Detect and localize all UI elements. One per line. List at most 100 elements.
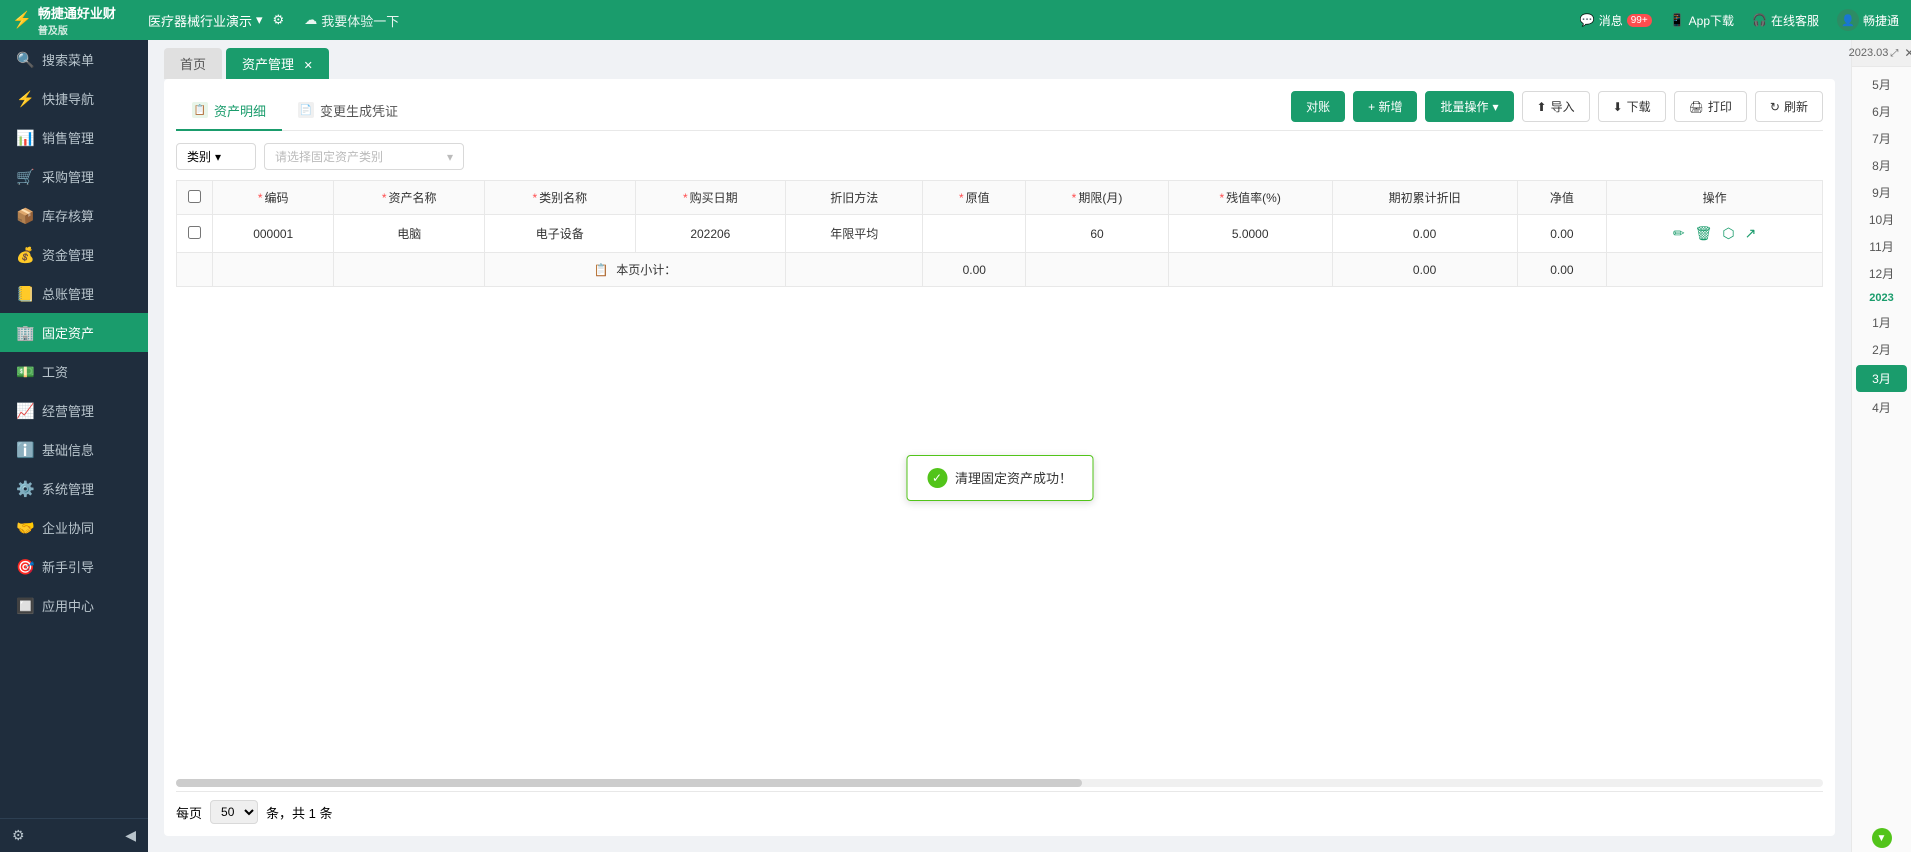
calendar-bottom: ▼ xyxy=(1852,824,1911,852)
col-name: *资产名称 xyxy=(334,181,485,215)
sidebar-item-search[interactable]: 🔍 搜索菜单 xyxy=(0,40,148,79)
calendar-month-2[interactable]: 2月 xyxy=(1852,336,1911,363)
app-subtitle: 普及版 xyxy=(38,22,116,37)
sales-icon: 📊 xyxy=(16,129,34,147)
sidebar-item-system[interactable]: ⚙️ 系统管理 xyxy=(0,469,148,508)
sidebar-item-label: 应用中心 xyxy=(42,596,94,615)
sidebar-scroll: 🔍 搜索菜单 ⚡ 快捷导航 📊 销售管理 🛒 采购管理 📦 库存核算 💰 xyxy=(0,40,148,818)
cell-init-depreciation: 0.00 xyxy=(1332,215,1517,253)
ledger-icon: 📒 xyxy=(16,285,34,303)
copy-icon[interactable]: ⬡ xyxy=(1720,223,1736,244)
calendar-month-6[interactable]: 6月 xyxy=(1852,98,1911,125)
sidebar-item-fixed-assets[interactable]: 🏢 固定资产 xyxy=(0,313,148,352)
calendar-panel: 2023.03 ⤢ ✕ 5月 6月 7月 8月 9月 10月 11月 12月 2… xyxy=(1851,40,1911,852)
apps-icon: 🔲 xyxy=(16,597,34,615)
collapse-sidebar-icon[interactable]: ◀ xyxy=(125,827,136,844)
col-code: *编码 xyxy=(213,181,334,215)
sidebar-item-label: 经营管理 xyxy=(42,401,94,420)
sidebar-bottom: ⚙ ◀ xyxy=(0,818,148,852)
col-buy-date: *购买日期 xyxy=(635,181,786,215)
calendar-months: 5月 6月 7月 8月 9月 10月 11月 12月 2023 1月 2月 3月… xyxy=(1852,67,1911,824)
calendar-month-10[interactable]: 10月 xyxy=(1852,206,1911,233)
sidebar-item-quick-nav[interactable]: ⚡ 快捷导航 xyxy=(0,79,148,118)
sidebar-item-inventory[interactable]: 📦 库存核算 xyxy=(0,196,148,235)
subtotal-label: 本页小计： xyxy=(616,263,676,277)
calendar-scroll-down-icon[interactable]: ▼ xyxy=(1872,828,1892,848)
calendar-month-3-current[interactable]: 3月 xyxy=(1856,365,1907,392)
more-icon[interactable]: ↗ xyxy=(1743,223,1759,244)
delete-icon[interactable]: 🗑 xyxy=(1693,223,1715,244)
reconcile-button[interactable]: 对账 xyxy=(1291,91,1345,122)
select-all-checkbox[interactable] xyxy=(188,190,201,203)
subtotal-original: 0.00 xyxy=(923,253,1026,287)
sidebar-item-management[interactable]: 📈 经营管理 xyxy=(0,391,148,430)
tab-home[interactable]: 首页 xyxy=(164,48,222,79)
calendar-month-4[interactable]: 4月 xyxy=(1852,394,1911,421)
download-button[interactable]: ⬇ 下载 xyxy=(1598,91,1666,122)
sidebar-item-ledger[interactable]: 📒 总账管理 xyxy=(0,274,148,313)
new-button[interactable]: + 新增 xyxy=(1353,91,1417,122)
sidebar-item-funds[interactable]: 💰 资金管理 xyxy=(0,235,148,274)
sidebar-item-basic-info[interactable]: ℹ️ 基础信息 xyxy=(0,430,148,469)
sidebar-item-label: 快捷导航 xyxy=(42,89,94,108)
filter-dropdown-icon: ▾ xyxy=(215,150,221,164)
salary-icon: 💵 xyxy=(16,363,34,381)
calendar-expand-icon[interactable]: ⤢ xyxy=(1890,48,1898,59)
sidebar-item-apps[interactable]: 🔲 应用中心 xyxy=(0,586,148,625)
calendar-month-5[interactable]: 5月 xyxy=(1852,71,1911,98)
purchase-icon: 🛒 xyxy=(16,168,34,186)
sub-tab-asset-detail[interactable]: 📋 资产明细 xyxy=(176,91,282,131)
edit-icon[interactable]: ✏ xyxy=(1671,223,1687,244)
calendar-month-9[interactable]: 9月 xyxy=(1852,179,1911,206)
print-button[interactable]: 🖨 打印 xyxy=(1674,91,1747,122)
company-selector[interactable]: 医疗器械行业演示 ▾ ⚙ xyxy=(148,11,284,30)
calendar-month-12[interactable]: 12月 xyxy=(1852,260,1911,287)
sidebar-item-guide[interactable]: 🎯 新手引导 xyxy=(0,547,148,586)
calendar-year-month: 2023.03 xyxy=(1849,47,1889,59)
sidebar-item-salary[interactable]: 💵 工资 xyxy=(0,352,148,391)
main-layout: 🔍 搜索菜单 ⚡ 快捷导航 📊 销售管理 🛒 采购管理 📦 库存核算 💰 xyxy=(0,40,1911,852)
cloud-icon: ☁ xyxy=(304,12,317,28)
category-filter[interactable]: 类别 ▾ xyxy=(176,143,256,170)
user-button[interactable]: 👤 畅捷通 xyxy=(1837,9,1899,31)
sidebar-item-enterprise[interactable]: 🤝 企业协同 xyxy=(0,508,148,547)
calendar-close-icon[interactable]: ✕ xyxy=(1904,46,1911,60)
asset-table: *编码 *资产名称 *类别名称 *购买日期 折旧方法 *原值 *期限(月) *残… xyxy=(176,180,1823,287)
settings-bottom-icon[interactable]: ⚙ xyxy=(12,827,25,844)
print-icon: 🖨 xyxy=(1689,100,1704,114)
row-checkbox-cell[interactable] xyxy=(177,215,213,253)
message-button[interactable]: 💬 消息 99+ xyxy=(1580,12,1652,29)
top-header: ⚡ 畅捷通好业财 普及版 医疗器械行业演示 ▾ ⚙ ☁ 我要体验一下 💬 消息 … xyxy=(0,0,1911,40)
tab-asset-mgmt[interactable]: 资产管理 ✕ xyxy=(226,48,329,79)
import-button[interactable]: ⬆ 导入 xyxy=(1522,91,1590,122)
sub-tab-voucher-gen[interactable]: 📄 变更生成凭证 xyxy=(282,91,414,131)
row-checkbox[interactable] xyxy=(188,226,201,239)
refresh-button[interactable]: ↻ 刷新 xyxy=(1755,91,1823,122)
page-size-select[interactable]: 50 xyxy=(210,800,258,824)
sidebar-item-label: 库存核算 xyxy=(42,206,94,225)
company-name: 医疗器械行业演示 xyxy=(148,11,252,30)
company-dropdown-icon: ▾ xyxy=(256,12,263,28)
category-select-wide[interactable]: 请选择固定资产类别 ▾ xyxy=(264,143,464,170)
col-residual-rate: *残值率(%) xyxy=(1168,181,1332,215)
cell-net-value: 0.00 xyxy=(1517,215,1607,253)
settings-icon[interactable]: ⚙ xyxy=(273,12,285,28)
horizontal-scrollbar[interactable] xyxy=(176,779,1823,787)
calendar-month-7[interactable]: 7月 xyxy=(1852,125,1911,152)
sidebar-item-label: 基础信息 xyxy=(42,440,94,459)
tab-close-icon[interactable]: ✕ xyxy=(304,60,313,72)
fixed-assets-icon: 🏢 xyxy=(16,324,34,342)
calendar-month-11[interactable]: 11月 xyxy=(1852,233,1911,260)
app-download-button[interactable]: 📱 App下载 xyxy=(1670,12,1734,29)
online-service-button[interactable]: 🎧 在线客服 xyxy=(1752,12,1819,29)
calendar-month-1[interactable]: 1月 xyxy=(1852,309,1911,336)
scrollbar-thumb[interactable] xyxy=(176,779,1082,787)
sidebar-item-sales[interactable]: 📊 销售管理 xyxy=(0,118,148,157)
sidebar-item-purchase[interactable]: 🛒 采购管理 xyxy=(0,157,148,196)
message-icon: 💬 xyxy=(1580,13,1595,27)
select-all-header[interactable] xyxy=(177,181,213,215)
calendar-month-8[interactable]: 8月 xyxy=(1852,152,1911,179)
cell-code: 000001 xyxy=(213,215,334,253)
experience-button[interactable]: ☁ 我要体验一下 xyxy=(304,11,399,30)
batch-button[interactable]: 批量操作 ▾ xyxy=(1425,91,1513,122)
